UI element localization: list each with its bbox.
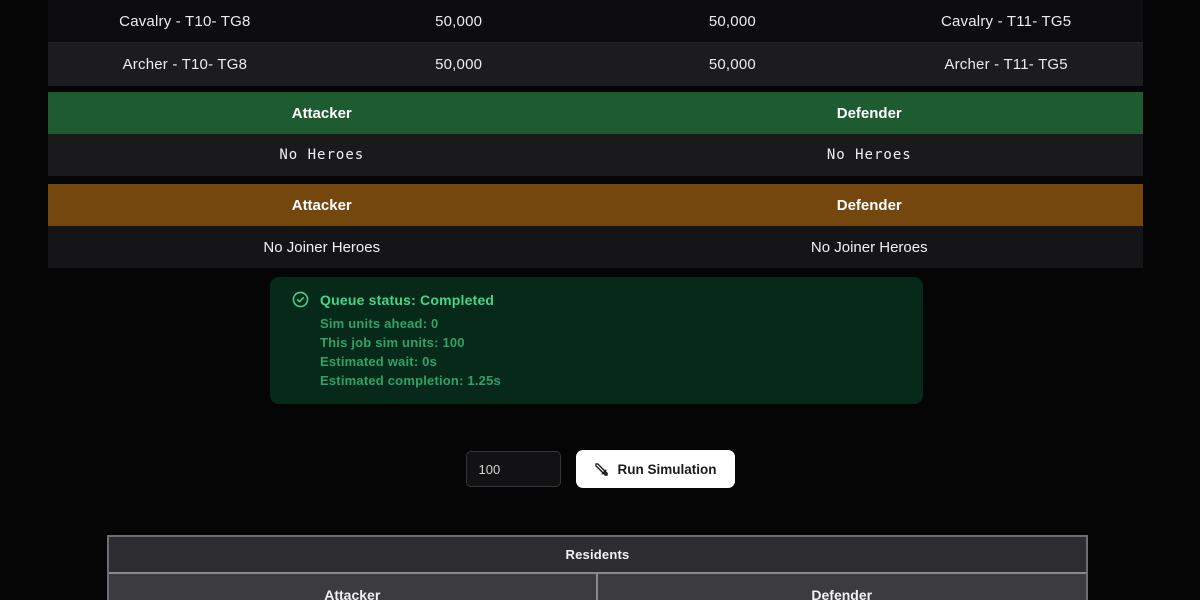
heroes-defender-header: Defender xyxy=(596,105,1144,122)
attacker-troop-count: 50,000 xyxy=(322,13,596,30)
residents-title: Residents xyxy=(566,547,630,562)
defender-troop-count: 50,000 xyxy=(596,13,870,30)
heroes-header-bar: Attacker Defender xyxy=(48,92,1143,134)
estimated-completion: Estimated completion: 1.25s xyxy=(320,371,905,390)
joiner-heroes-values-row: No Joiner Heroes No Joiner Heroes xyxy=(48,226,1143,268)
job-sim-units: This job sim units: 100 xyxy=(320,333,905,352)
battle-simulator-page: Cavalry - T10- TG8 50,000 50,000 Cavalry… xyxy=(0,0,1200,600)
run-simulation-label: Run Simulation xyxy=(618,462,717,477)
defender-troop-type: Cavalry - T11- TG5 xyxy=(869,13,1143,30)
attacker-heroes-value: No Heroes xyxy=(48,147,596,163)
residents-defender-column: Defender xyxy=(598,574,1087,600)
defender-troop-type: Archer - T11- TG5 xyxy=(869,56,1143,73)
troop-table: Cavalry - T10- TG8 50,000 50,000 Cavalry… xyxy=(48,0,1143,86)
residents-attacker-column: Attacker xyxy=(109,574,598,600)
attacker-joiner-heroes-value: No Joiner Heroes xyxy=(48,239,596,256)
defender-heroes-value: No Heroes xyxy=(596,147,1144,163)
heroes-attacker-header: Attacker xyxy=(48,105,596,122)
joiner-defender-header: Defender xyxy=(596,197,1144,214)
check-circle-icon xyxy=(292,291,309,308)
residents-table-header: Residents xyxy=(109,537,1086,574)
attacker-troop-type: Archer - T10- TG8 xyxy=(48,56,322,73)
attacker-troop-type: Cavalry - T10- TG8 xyxy=(48,13,322,30)
run-simulation-button[interactable]: Run Simulation xyxy=(576,450,735,488)
queue-status-panel: Queue status: Completed Sim units ahead:… xyxy=(270,277,923,404)
attacker-troop-count: 50,000 xyxy=(322,56,596,73)
simulation-controls: Run Simulation xyxy=(0,450,1200,488)
sim-units-ahead: Sim units ahead: 0 xyxy=(320,314,905,333)
queue-status-details: Sim units ahead: 0 This job sim units: 1… xyxy=(292,314,905,390)
residents-table-columns: Attacker Defender xyxy=(109,574,1086,600)
defender-troop-count: 50,000 xyxy=(596,56,870,73)
table-row: Archer - T10- TG8 50,000 50,000 Archer -… xyxy=(48,43,1143,86)
swords-icon xyxy=(594,462,609,477)
joiner-heroes-header-bar: Attacker Defender xyxy=(48,184,1143,226)
residents-table: Residents Attacker Defender xyxy=(107,535,1088,600)
heroes-values-row: No Heroes No Heroes xyxy=(48,134,1143,176)
sim-units-input[interactable] xyxy=(466,451,561,487)
queue-status-title: Queue status: Completed xyxy=(320,292,494,308)
defender-joiner-heroes-value: No Joiner Heroes xyxy=(596,239,1144,256)
table-row: Cavalry - T10- TG8 50,000 50,000 Cavalry… xyxy=(48,0,1143,43)
estimated-wait: Estimated wait: 0s xyxy=(320,352,905,371)
joiner-attacker-header: Attacker xyxy=(48,197,596,214)
